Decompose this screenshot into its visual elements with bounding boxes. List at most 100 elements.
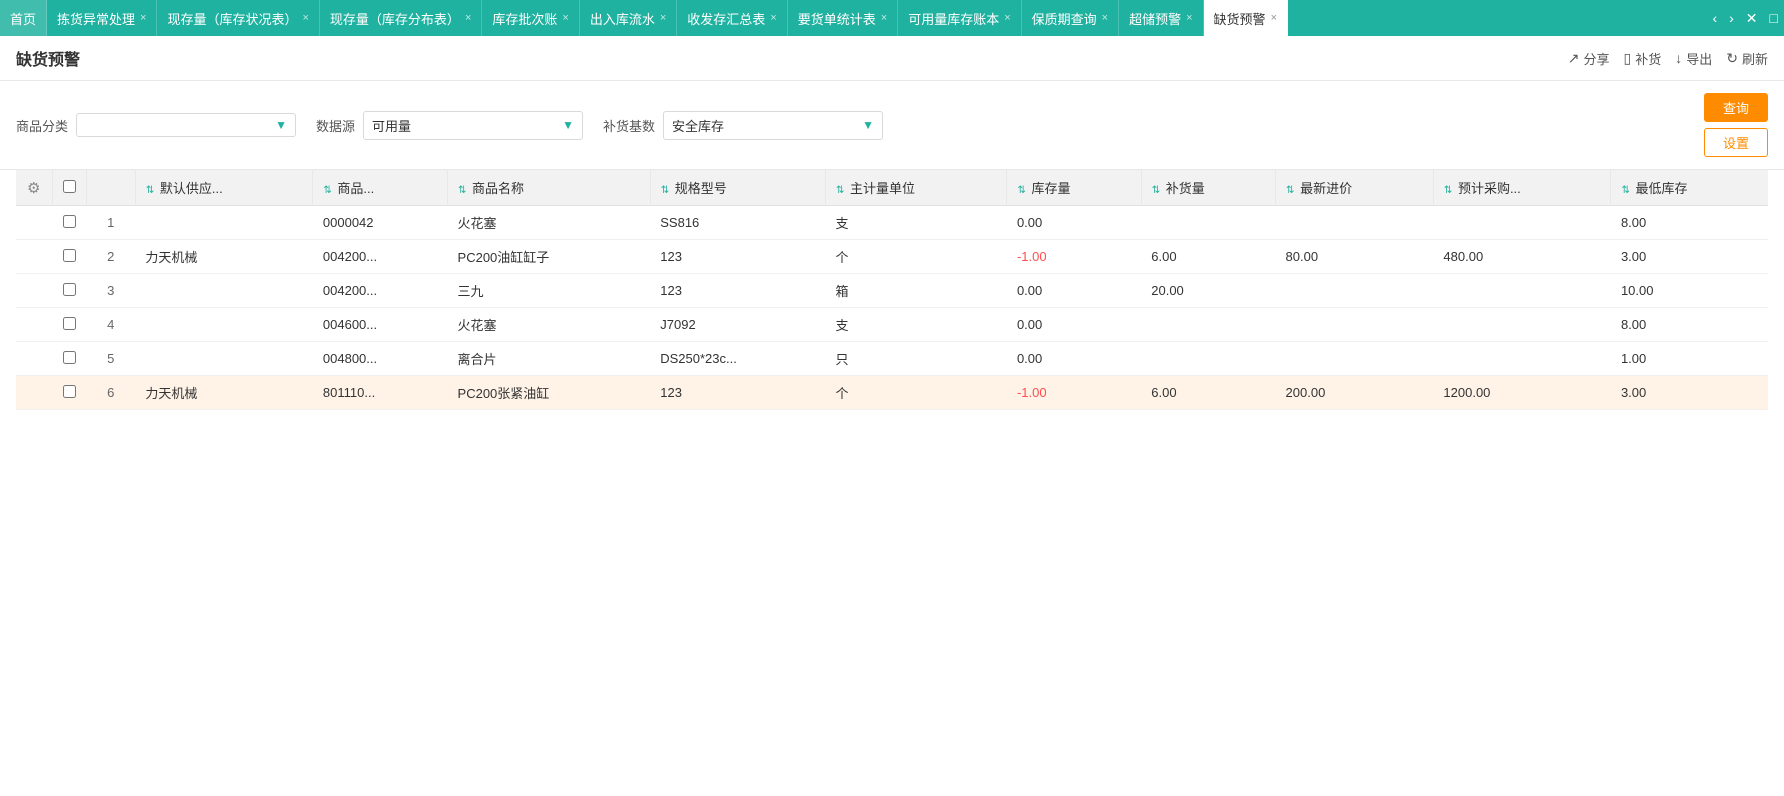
row-spec-1: 123	[650, 240, 825, 274]
row-est-purchase-1: 480.00	[1433, 240, 1611, 274]
page-title: 缺货预警	[16, 46, 1568, 70]
min-stock-sort-icon: ⇅	[1621, 185, 1629, 196]
select-all-checkbox[interactable]	[63, 180, 76, 193]
replenish-basis-value: 安全库存	[672, 116, 724, 135]
filter-area: 商品分类 ▼ 数据源 可用量 ▼ 补货基数 安全库存 ▼ 查询 设置	[0, 81, 1784, 170]
tab-shortage[interactable]: 缺货预警 ×	[1204, 0, 1288, 36]
row-stock-2: 0.00	[1007, 274, 1141, 308]
tab-scroll-right[interactable]: ›	[1723, 0, 1740, 36]
row-code-1: 004200...	[313, 240, 448, 274]
tab-in-out-flow[interactable]: 出入库流水 ×	[580, 0, 677, 36]
tab-nav-controls: ‹ › ✕ □	[1706, 0, 1784, 36]
row-name-0: 火花塞	[448, 206, 651, 240]
tab-close-stock-dist[interactable]: ×	[465, 12, 471, 24]
row-code-3: 004600...	[313, 308, 448, 342]
tab-maximize[interactable]: □	[1764, 0, 1784, 36]
row-select-checkbox-0[interactable]	[63, 215, 76, 228]
row-select-checkbox-4[interactable]	[63, 351, 76, 364]
page-header: 缺货预警 ↗ 分享 ▯ 补货 ↓ 导出 ↻ 刷新	[0, 36, 1784, 81]
row-spec-4: DS250*23c...	[650, 342, 825, 376]
tab-close-batch-account[interactable]: ×	[562, 12, 568, 24]
tab-batch-account[interactable]: 库存批次账 ×	[482, 0, 579, 36]
row-replenish-2: 20.00	[1141, 274, 1275, 308]
row-spec-5: 123	[650, 376, 825, 410]
tab-close-overstock[interactable]: ×	[1186, 12, 1192, 24]
row-num-3: 4	[86, 308, 135, 342]
row-select-checkbox-3[interactable]	[63, 317, 76, 330]
row-code-0: 0000042	[313, 206, 448, 240]
tab-stock-status[interactable]: 现存量（库存状况表） ×	[157, 0, 319, 36]
row-select-checkbox-2[interactable]	[63, 283, 76, 296]
row-latest-price-5: 200.00	[1276, 376, 1434, 410]
query-button[interactable]: 查询	[1704, 93, 1768, 122]
row-select-checkbox-1[interactable]	[63, 249, 76, 262]
row-num-5: 6	[86, 376, 135, 410]
replenish-basis-arrow: ▼	[862, 118, 874, 132]
table-row: 3 004200... 三九 123 箱 0.00 20.00 10.00	[16, 274, 1768, 308]
category-select-arrow: ▼	[275, 118, 287, 132]
row-select-checkbox-5[interactable]	[63, 385, 76, 398]
datasource-select[interactable]: 可用量 ▼	[363, 111, 583, 140]
row-name-1: PC200油缸缸子	[448, 240, 651, 274]
tab-available-ledger[interactable]: 可用量库存账本 ×	[898, 0, 1021, 36]
column-gear-icon[interactable]: ⚙	[27, 180, 40, 197]
row-latest-price-3	[1276, 308, 1434, 342]
tab-collect-summary[interactable]: 收发存汇总表 ×	[677, 0, 787, 36]
row-min-stock-2: 10.00	[1611, 274, 1768, 308]
replenish-basis-label: 补货基数	[603, 116, 655, 135]
datasource-filter-group: 数据源 可用量 ▼	[316, 111, 583, 140]
row-code-2: 004200...	[313, 274, 448, 308]
tab-close-in-out-flow[interactable]: ×	[660, 12, 666, 24]
row-stock-4: 0.00	[1007, 342, 1141, 376]
tab-stock-dist[interactable]: 现存量（库存分布表） ×	[320, 0, 482, 36]
row-spec-2: 123	[650, 274, 825, 308]
datasource-select-value: 可用量	[372, 116, 411, 135]
table-row: 5 004800... 离合片 DS250*23c... 只 0.00 1.00	[16, 342, 1768, 376]
tab-close-stock-status[interactable]: ×	[302, 12, 308, 24]
replenish-basis-select[interactable]: 安全库存 ▼	[663, 111, 883, 140]
supplier-sort-icon: ⇅	[146, 185, 154, 196]
replenish-button[interactable]: ▯ 补货	[1624, 49, 1662, 68]
datasource-filter-label: 数据源	[316, 116, 355, 135]
tab-close-collect-summary[interactable]: ×	[770, 12, 776, 24]
row-name-5: PC200张紧油缸	[448, 376, 651, 410]
category-select[interactable]: ▼	[76, 113, 296, 137]
stock-sort-icon: ⇅	[1017, 185, 1025, 196]
column-replenish: ⇅ 补货量	[1141, 170, 1275, 206]
row-est-purchase-0	[1433, 206, 1611, 240]
row-checkbox-5	[52, 376, 86, 410]
filter-actions: 查询 设置	[1704, 93, 1768, 157]
row-num-2: 3	[86, 274, 135, 308]
replenish-icon: ▯	[1624, 50, 1632, 67]
tab-close-demand-stats[interactable]: ×	[881, 12, 887, 24]
tab-close-shelf-life[interactable]: ×	[1102, 12, 1108, 24]
row-num-0: 1	[86, 206, 135, 240]
row-min-stock-4: 1.00	[1611, 342, 1768, 376]
column-num	[86, 170, 135, 206]
column-checkbox-all	[52, 170, 86, 206]
row-spec-3: J7092	[650, 308, 825, 342]
tab-close-shortage[interactable]: ×	[1271, 12, 1277, 24]
tab-overstock[interactable]: 超储预警 ×	[1119, 0, 1203, 36]
row-min-stock-3: 8.00	[1611, 308, 1768, 342]
row-latest-price-4	[1276, 342, 1434, 376]
tab-exception[interactable]: 拣货异常处理 ×	[47, 0, 157, 36]
tab-close-exception[interactable]: ×	[140, 12, 146, 24]
tab-demand-stats[interactable]: 要货单统计表 ×	[788, 0, 898, 36]
row-est-purchase-5: 1200.00	[1433, 376, 1611, 410]
column-spec: ⇅ 规格型号	[650, 170, 825, 206]
row-name-4: 离合片	[448, 342, 651, 376]
row-unit-4: 只	[826, 342, 1007, 376]
row-num-4: 5	[86, 342, 135, 376]
row-supplier-1: 力天机械	[135, 240, 313, 274]
tab-scroll-left[interactable]: ‹	[1706, 0, 1723, 36]
tab-shelf-life[interactable]: 保质期查询 ×	[1022, 0, 1119, 36]
share-button[interactable]: ↗ 分享	[1568, 49, 1610, 68]
tab-home[interactable]: 首页	[0, 0, 47, 36]
settings-button[interactable]: 设置	[1704, 128, 1768, 157]
tab-close-available-ledger[interactable]: ×	[1004, 12, 1010, 24]
refresh-button[interactable]: ↻ 刷新	[1726, 49, 1768, 68]
export-button[interactable]: ↓ 导出	[1675, 49, 1712, 68]
main-content: 缺货预警 ↗ 分享 ▯ 补货 ↓ 导出 ↻ 刷新 商品分类	[0, 36, 1784, 796]
tab-close-all[interactable]: ✕	[1740, 0, 1764, 36]
